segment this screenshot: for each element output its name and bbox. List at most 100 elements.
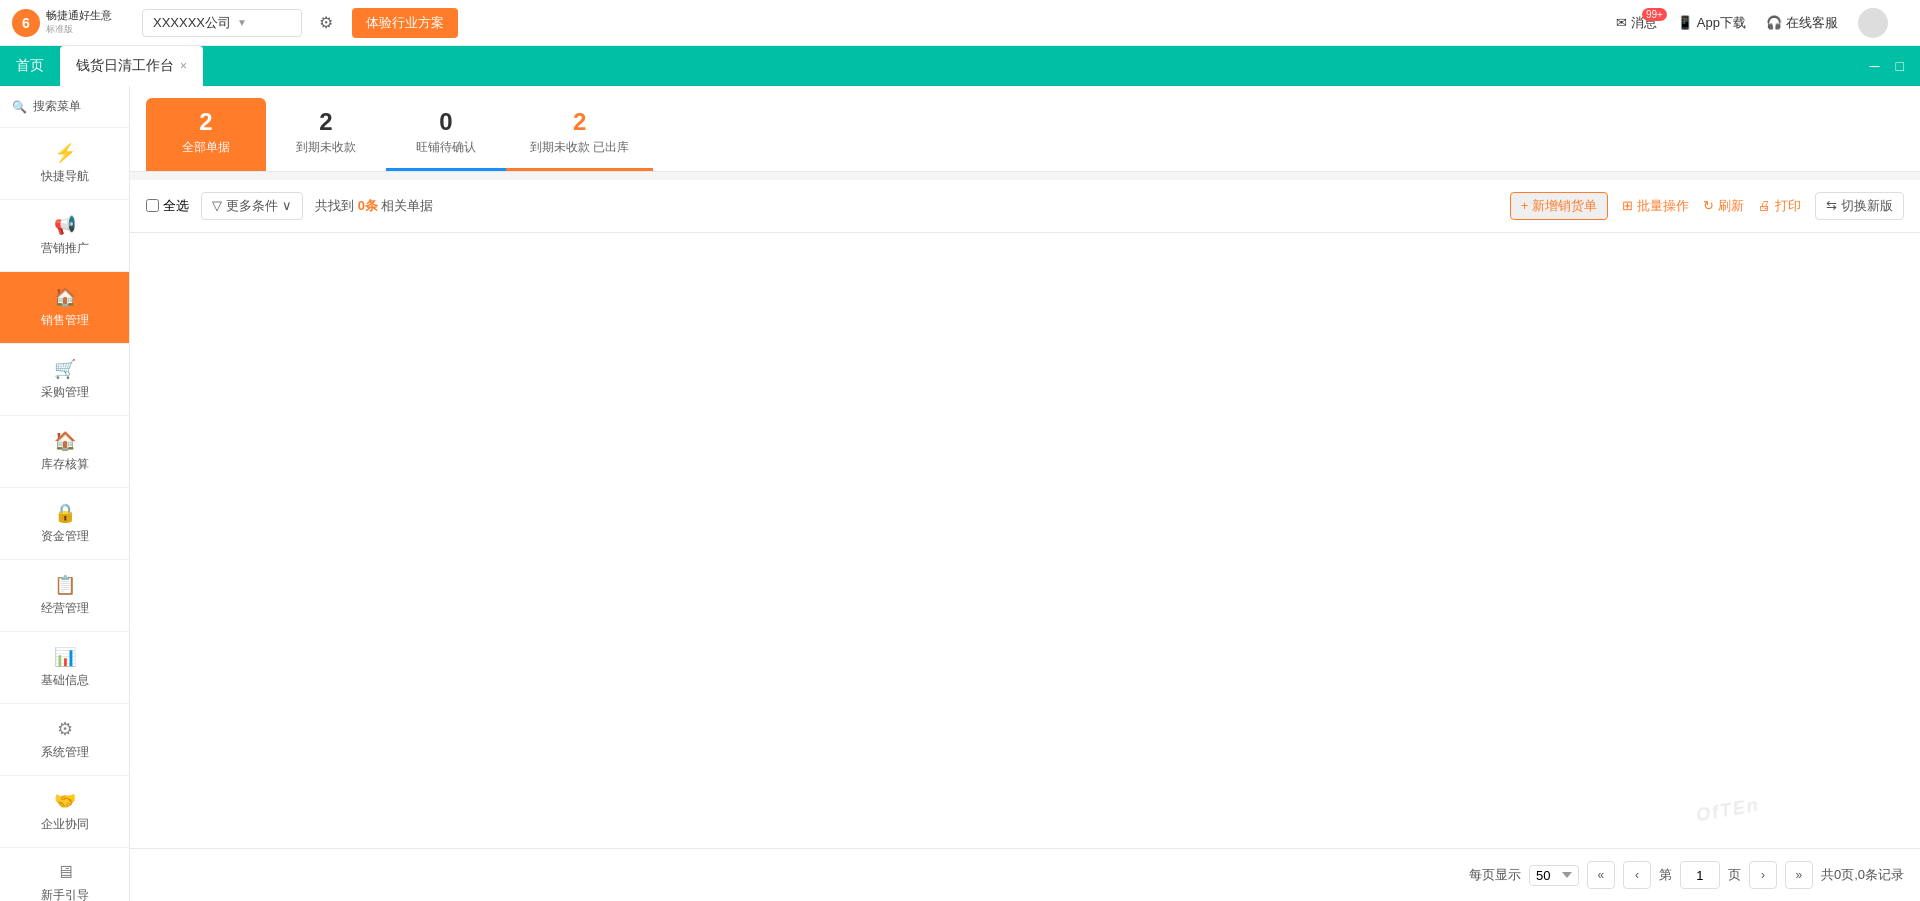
refresh-icon: ↻: [1703, 198, 1714, 213]
stat-tab-overdue-out[interactable]: 2 到期未收款 已出库: [506, 98, 653, 171]
first-page-btn[interactable]: «: [1587, 861, 1615, 889]
page-label: 第: [1659, 866, 1672, 884]
sidebar-item-basic-info[interactable]: 📊 基础信息: [0, 632, 129, 704]
guide-label: 新手引导: [41, 887, 89, 901]
messages-button[interactable]: ✉ 消息 99+: [1616, 14, 1657, 32]
app-download-button[interactable]: 📱 App下载: [1677, 14, 1746, 32]
purchase-label: 采购管理: [41, 384, 89, 401]
sidebar-item-guide[interactable]: 🖥 新手引导: [0, 848, 129, 901]
main-layout: 🔍 搜索菜单 ⚡ 快捷导航 📢 营销推广 🏠 销售管理 🛒 采购管理 🏠 库存核…: [0, 86, 1920, 901]
print-icon: 🖨: [1758, 198, 1771, 213]
next-page-btn[interactable]: ›: [1749, 861, 1777, 889]
sidebar-item-system[interactable]: ⚙ 系统管理: [0, 704, 129, 776]
company-selector[interactable]: XXXXXX公司 ▼: [142, 9, 302, 37]
online-service-button[interactable]: 🎧 在线客服: [1766, 14, 1838, 32]
active-tab-label: 钱货日清工作台: [76, 57, 174, 75]
avatar[interactable]: [1858, 8, 1888, 38]
refresh-label: 刷新: [1718, 197, 1744, 215]
top-header: 6 畅捷通好生意 标准版 XXXXXX公司 ▼ ⚙ 体验行业方案 ✉ 消息 99…: [0, 0, 1920, 46]
table-area: [130, 233, 1920, 848]
filter-arrow-icon: ∨: [282, 198, 292, 213]
prev-page-btn[interactable]: ‹: [1623, 861, 1651, 889]
service-icon: 🎧: [1766, 15, 1782, 30]
sidebar-item-enterprise[interactable]: 🤝 企业协同: [0, 776, 129, 848]
quick-nav-icon: ⚡: [54, 142, 76, 164]
company-name: XXXXXX公司: [153, 14, 231, 32]
enterprise-label: 企业协同: [41, 816, 89, 833]
logo-area: 6 畅捷通好生意 标准版: [12, 9, 142, 37]
basic-info-icon: 📊: [54, 646, 76, 668]
sidebar-item-finance[interactable]: 🔒 资金管理: [0, 488, 129, 560]
switch-icon: ⇆: [1826, 198, 1837, 213]
last-page-btn[interactable]: »: [1785, 861, 1813, 889]
nav-right-controls: ─ □: [1866, 54, 1920, 78]
app-download-label: App下载: [1697, 14, 1746, 32]
filter-label: 更多条件: [226, 197, 278, 215]
minimize-btn[interactable]: ─: [1866, 54, 1884, 78]
purchase-icon: 🛒: [54, 358, 76, 380]
stat-label-overdue: 到期未收款: [290, 139, 362, 156]
header-right: ✉ 消息 99+ 📱 App下载 🎧 在线客服: [1616, 8, 1908, 38]
stat-label-all: 全部单据: [170, 139, 242, 156]
found-text: 共找到 0条 相关单据: [315, 197, 433, 215]
operations-label: 经营管理: [41, 600, 89, 617]
quick-nav-label: 快捷导航: [41, 168, 89, 185]
search-icon: 🔍: [12, 100, 27, 114]
close-tab-icon[interactable]: ×: [180, 59, 187, 73]
page-input[interactable]: [1680, 861, 1720, 889]
add-sale-btn[interactable]: + 新增销货单: [1510, 192, 1608, 220]
edition-badge: 标准版: [46, 23, 112, 36]
experience-btn[interactable]: 体验行业方案: [352, 8, 458, 38]
message-icon: ✉: [1616, 15, 1627, 30]
filter-icon: ▽: [212, 198, 222, 213]
stat-tab-all[interactable]: 2 全部单据: [146, 98, 266, 171]
per-page-label: 每页显示: [1469, 866, 1521, 884]
stat-num-all: 2: [170, 108, 242, 137]
batch-label: 批量操作: [1637, 197, 1689, 215]
switch-version-btn[interactable]: ⇆ 切换新版: [1815, 192, 1904, 220]
settings-button[interactable]: ⚙: [310, 7, 342, 39]
batch-operation-btn[interactable]: ⊞ 批量操作: [1622, 197, 1689, 215]
print-label: 打印: [1775, 197, 1801, 215]
refresh-btn[interactable]: ↻ 刷新: [1703, 197, 1744, 215]
finance-icon: 🔒: [54, 502, 76, 524]
per-page-select[interactable]: 20 50 100: [1529, 865, 1579, 886]
system-label: 系统管理: [41, 744, 89, 761]
sidebar-item-operations[interactable]: 📋 经营管理: [0, 560, 129, 632]
page-unit: 页: [1728, 866, 1741, 884]
toolbar: 全选 ▽ 更多条件 ∨ 共找到 0条 相关单据 + 新增销货单 ⊞ 批量操作 ↻: [130, 180, 1920, 233]
dropdown-arrow-icon: ▼: [237, 17, 247, 28]
sidebar-item-sales[interactable]: 🏠 销售管理: [0, 272, 129, 344]
sidebar-item-marketing[interactable]: 📢 营销推广: [0, 200, 129, 272]
maximize-btn[interactable]: □: [1892, 54, 1908, 78]
pagination: 每页显示 20 50 100 « ‹ 第 页 › » 共0页,0条记录: [130, 848, 1920, 901]
logo-text: 畅捷通好生意: [46, 9, 112, 22]
system-icon: ⚙: [57, 718, 73, 740]
stat-label-pending: 旺铺待确认: [410, 139, 482, 156]
sidebar-item-purchase[interactable]: 🛒 采购管理: [0, 344, 129, 416]
guide-icon: 🖥: [56, 862, 74, 883]
select-all-input[interactable]: [146, 199, 159, 212]
sidebar-item-quick-nav[interactable]: ⚡ 快捷导航: [0, 128, 129, 200]
print-btn[interactable]: 🖨 打印: [1758, 197, 1801, 215]
stat-tab-overdue[interactable]: 2 到期未收款: [266, 98, 386, 171]
filter-button[interactable]: ▽ 更多条件 ∨: [201, 192, 303, 220]
found-suffix: 相关单据: [381, 198, 433, 213]
tab-home[interactable]: 首页: [0, 46, 60, 86]
stat-num-overdue: 2: [290, 108, 362, 137]
stats-tabs: 2 全部单据 2 到期未收款 0 旺铺待确认 2 到期未收款 已出库: [130, 86, 1920, 172]
tab-active[interactable]: 钱货日清工作台 ×: [60, 46, 203, 86]
operations-icon: 📋: [54, 574, 76, 596]
toolbar-right: + 新增销货单 ⊞ 批量操作 ↻ 刷新 🖨 打印 ⇆ 切换新版: [1510, 192, 1904, 220]
search-label: 搜索菜单: [33, 98, 81, 115]
select-all-checkbox[interactable]: 全选: [146, 197, 189, 215]
stat-tab-pending[interactable]: 0 旺铺待确认: [386, 98, 506, 171]
found-prefix: 共找到: [315, 198, 354, 213]
switch-label: 切换新版: [1841, 197, 1893, 215]
batch-icon: ⊞: [1622, 198, 1633, 213]
stat-num-pending: 0: [410, 108, 482, 137]
finance-label: 资金管理: [41, 528, 89, 545]
sidebar-search[interactable]: 🔍 搜索菜单: [0, 86, 129, 128]
total-records: 共0页,0条记录: [1821, 866, 1904, 884]
sidebar-item-inventory[interactable]: 🏠 库存核算: [0, 416, 129, 488]
